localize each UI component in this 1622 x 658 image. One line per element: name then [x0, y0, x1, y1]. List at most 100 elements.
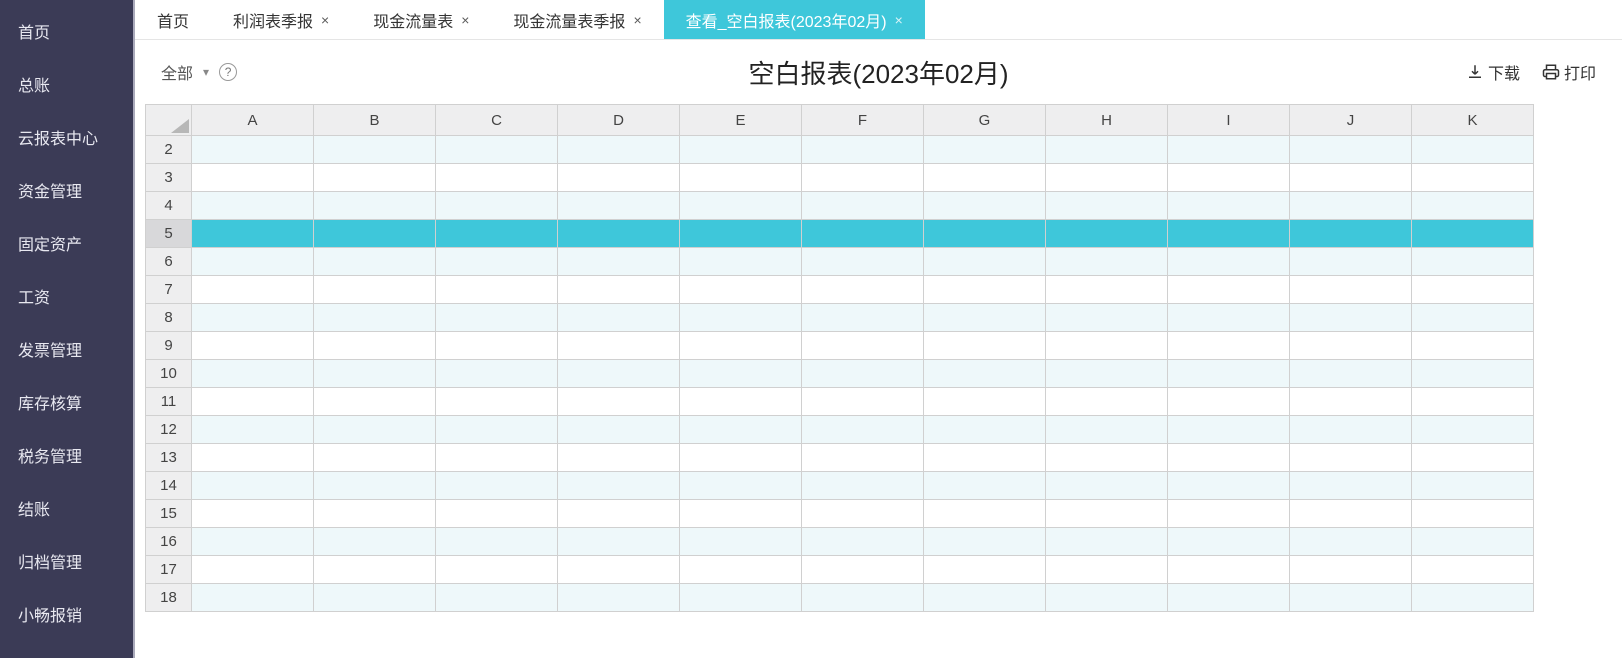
cell-F6[interactable] — [802, 248, 924, 276]
cell-G6[interactable] — [924, 248, 1046, 276]
cell-G12[interactable] — [924, 416, 1046, 444]
cell-J7[interactable] — [1290, 276, 1412, 304]
cell-C15[interactable] — [436, 500, 558, 528]
sidebar-item-2[interactable]: 云报表中心 — [0, 110, 133, 163]
cell-E12[interactable] — [680, 416, 802, 444]
cell-F12[interactable] — [802, 416, 924, 444]
cell-G17[interactable] — [924, 556, 1046, 584]
row-header-2[interactable]: 2 — [146, 136, 192, 164]
cell-A13[interactable] — [192, 444, 314, 472]
cell-A8[interactable] — [192, 304, 314, 332]
sidebar-item-0[interactable]: 首页 — [0, 4, 133, 57]
row-header-13[interactable]: 13 — [146, 444, 192, 472]
cell-G16[interactable] — [924, 528, 1046, 556]
cell-C12[interactable] — [436, 416, 558, 444]
cell-K15[interactable] — [1412, 500, 1534, 528]
cell-D9[interactable] — [558, 332, 680, 360]
cell-I7[interactable] — [1168, 276, 1290, 304]
tab-4[interactable]: 查看_空白报表(2023年02月)× — [664, 0, 925, 39]
col-header-I[interactable]: I — [1168, 105, 1290, 136]
cell-B3[interactable] — [314, 164, 436, 192]
cell-K13[interactable] — [1412, 444, 1534, 472]
col-header-C[interactable]: C — [436, 105, 558, 136]
cell-E5[interactable] — [680, 220, 802, 248]
cell-K12[interactable] — [1412, 416, 1534, 444]
cell-J5[interactable] — [1290, 220, 1412, 248]
cell-G4[interactable] — [924, 192, 1046, 220]
cell-B6[interactable] — [314, 248, 436, 276]
cell-D13[interactable] — [558, 444, 680, 472]
cell-J8[interactable] — [1290, 304, 1412, 332]
cell-I13[interactable] — [1168, 444, 1290, 472]
cell-C9[interactable] — [436, 332, 558, 360]
cell-A15[interactable] — [192, 500, 314, 528]
cell-F14[interactable] — [802, 472, 924, 500]
cell-K18[interactable] — [1412, 584, 1534, 612]
cell-H3[interactable] — [1046, 164, 1168, 192]
cell-C7[interactable] — [436, 276, 558, 304]
cell-H10[interactable] — [1046, 360, 1168, 388]
cell-H12[interactable] — [1046, 416, 1168, 444]
row-header-14[interactable]: 14 — [146, 472, 192, 500]
cell-I3[interactable] — [1168, 164, 1290, 192]
cell-E16[interactable] — [680, 528, 802, 556]
row-header-3[interactable]: 3 — [146, 164, 192, 192]
cell-F7[interactable] — [802, 276, 924, 304]
cell-G9[interactable] — [924, 332, 1046, 360]
cell-A4[interactable] — [192, 192, 314, 220]
cell-H4[interactable] — [1046, 192, 1168, 220]
cell-B2[interactable] — [314, 136, 436, 164]
cell-G11[interactable] — [924, 388, 1046, 416]
cell-E7[interactable] — [680, 276, 802, 304]
cell-H16[interactable] — [1046, 528, 1168, 556]
cell-C10[interactable] — [436, 360, 558, 388]
cell-D11[interactable] — [558, 388, 680, 416]
cell-F11[interactable] — [802, 388, 924, 416]
cell-I6[interactable] — [1168, 248, 1290, 276]
cell-F8[interactable] — [802, 304, 924, 332]
cell-C13[interactable] — [436, 444, 558, 472]
col-header-E[interactable]: E — [680, 105, 802, 136]
cell-A6[interactable] — [192, 248, 314, 276]
cell-H5[interactable] — [1046, 220, 1168, 248]
close-icon[interactable]: × — [895, 12, 903, 28]
cell-A3[interactable] — [192, 164, 314, 192]
filter-dropdown[interactable]: 全部 ▾ ? — [161, 60, 237, 84]
spreadsheet[interactable]: ABCDEFGHIJK23456789101112131415161718 — [135, 104, 1622, 658]
print-button[interactable]: 打印 — [1542, 60, 1596, 84]
cell-E15[interactable] — [680, 500, 802, 528]
sidebar-item-9[interactable]: 结账 — [0, 481, 133, 534]
cell-D5[interactable] — [558, 220, 680, 248]
cell-I4[interactable] — [1168, 192, 1290, 220]
sidebar-item-11[interactable]: 小畅报销 — [0, 587, 133, 640]
cell-C2[interactable] — [436, 136, 558, 164]
tab-0[interactable]: 首页 — [135, 0, 211, 39]
cell-B18[interactable] — [314, 584, 436, 612]
cell-K17[interactable] — [1412, 556, 1534, 584]
cell-F4[interactable] — [802, 192, 924, 220]
cell-B11[interactable] — [314, 388, 436, 416]
cell-E13[interactable] — [680, 444, 802, 472]
cell-D15[interactable] — [558, 500, 680, 528]
cell-D6[interactable] — [558, 248, 680, 276]
cell-E8[interactable] — [680, 304, 802, 332]
cell-A18[interactable] — [192, 584, 314, 612]
cell-C4[interactable] — [436, 192, 558, 220]
cell-I12[interactable] — [1168, 416, 1290, 444]
cell-H7[interactable] — [1046, 276, 1168, 304]
cell-H14[interactable] — [1046, 472, 1168, 500]
row-header-12[interactable]: 12 — [146, 416, 192, 444]
cell-H2[interactable] — [1046, 136, 1168, 164]
cell-K16[interactable] — [1412, 528, 1534, 556]
row-header-7[interactable]: 7 — [146, 276, 192, 304]
cell-C11[interactable] — [436, 388, 558, 416]
sidebar-item-5[interactable]: 工资 — [0, 269, 133, 322]
cell-E14[interactable] — [680, 472, 802, 500]
cell-B7[interactable] — [314, 276, 436, 304]
cell-J11[interactable] — [1290, 388, 1412, 416]
cell-J15[interactable] — [1290, 500, 1412, 528]
row-header-4[interactable]: 4 — [146, 192, 192, 220]
cell-I5[interactable] — [1168, 220, 1290, 248]
cell-I10[interactable] — [1168, 360, 1290, 388]
cell-F3[interactable] — [802, 164, 924, 192]
